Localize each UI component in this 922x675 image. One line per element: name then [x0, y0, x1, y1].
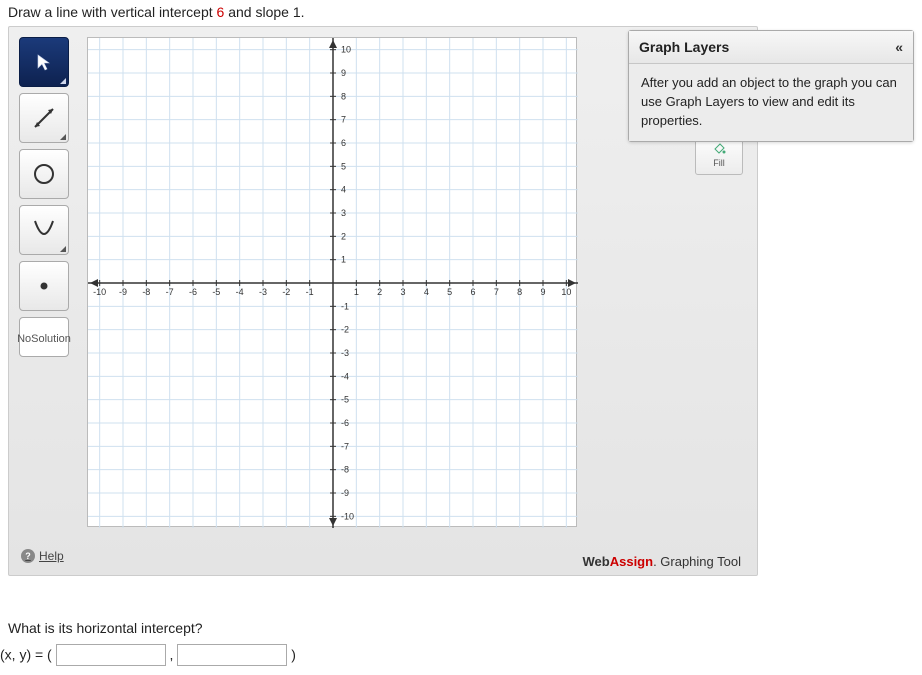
- svg-text:-2: -2: [341, 325, 349, 335]
- svg-text:9: 9: [540, 287, 545, 297]
- brand-tail: . Graphing Tool: [653, 554, 741, 569]
- cursor-icon: [35, 53, 53, 71]
- svg-text:-9: -9: [119, 287, 127, 297]
- tool-palette: No Solution: [19, 37, 73, 357]
- fill-icon: [711, 140, 727, 156]
- graph-layers-panel: Graph Layers « After you add an object t…: [628, 30, 914, 142]
- brand-assign: Assign: [610, 554, 653, 569]
- svg-text:-1: -1: [306, 287, 314, 297]
- graph-layers-title: Graph Layers: [639, 39, 729, 55]
- answer-rparen: ): [291, 647, 296, 663]
- point-tool-button[interactable]: [19, 261, 69, 311]
- graph-layers-body: After you add an object to the graph you…: [629, 64, 913, 141]
- svg-text:-6: -6: [341, 418, 349, 428]
- svg-text:-8: -8: [341, 465, 349, 475]
- svg-text:-2: -2: [282, 287, 290, 297]
- no-solution-button[interactable]: No Solution: [19, 317, 69, 357]
- svg-text:7: 7: [494, 287, 499, 297]
- svg-text:-8: -8: [142, 287, 150, 297]
- svg-text:-10: -10: [341, 511, 354, 521]
- line-tool-button[interactable]: [19, 93, 69, 143]
- prompt-post: and slope 1.: [224, 4, 304, 20]
- svg-text:2: 2: [377, 287, 382, 297]
- answer-lhs: (x, y) = (: [0, 647, 52, 663]
- svg-text:-7: -7: [341, 441, 349, 451]
- prompt-pre: Draw a line with vertical intercept: [8, 4, 217, 20]
- svg-text:1: 1: [341, 255, 346, 265]
- svg-text:8: 8: [341, 91, 346, 101]
- svg-text:3: 3: [341, 208, 346, 218]
- parabola-icon: [31, 217, 57, 243]
- collapse-icon[interactable]: «: [895, 39, 903, 55]
- brand-web: Web: [583, 554, 610, 569]
- svg-text:-7: -7: [166, 287, 174, 297]
- graph-canvas[interactable]: -10 -9 -8 -7 -6 -5 -4 -3 -2 -1 1 2 3 4 5 6 7 8 9 10 -10 -9 -8 -…: [87, 37, 577, 527]
- circle-tool-button[interactable]: [19, 149, 69, 199]
- svg-text:5: 5: [341, 161, 346, 171]
- answer-x-input[interactable]: [56, 644, 166, 666]
- svg-text:8: 8: [517, 287, 522, 297]
- svg-text:6: 6: [470, 287, 475, 297]
- svg-text:-6: -6: [189, 287, 197, 297]
- svg-text:2: 2: [341, 231, 346, 241]
- help-icon: ?: [21, 549, 35, 563]
- svg-text:-1: -1: [341, 301, 349, 311]
- grid-svg: -10 -9 -8 -7 -6 -5 -4 -3 -2 -1 1 2 3 4 5 6 7 8 9 10 -10 -9 -8 -…: [88, 38, 578, 528]
- question-prompt: Draw a line with vertical intercept 6 an…: [0, 0, 922, 24]
- circle-icon: [32, 162, 56, 186]
- no-solution-label-2: Solution: [31, 333, 71, 345]
- help-link[interactable]: ? Help: [21, 549, 64, 563]
- answer-row: (x, y) = ( , ): [0, 644, 922, 666]
- svg-text:-3: -3: [259, 287, 267, 297]
- help-label: Help: [39, 549, 64, 563]
- point-icon: [34, 276, 54, 296]
- svg-text:5: 5: [447, 287, 452, 297]
- graph-layers-header[interactable]: Graph Layers «: [629, 31, 913, 64]
- svg-text:4: 4: [341, 185, 346, 195]
- answer-y-input[interactable]: [177, 644, 287, 666]
- svg-text:-5: -5: [212, 287, 220, 297]
- svg-text:-4: -4: [236, 287, 244, 297]
- svg-text:3: 3: [400, 287, 405, 297]
- svg-text:10: 10: [341, 45, 351, 55]
- parabola-tool-button[interactable]: [19, 205, 69, 255]
- svg-text:4: 4: [424, 287, 429, 297]
- line-icon: [31, 105, 57, 131]
- no-solution-label-1: No: [17, 333, 31, 345]
- svg-text:6: 6: [341, 138, 346, 148]
- svg-text:-5: -5: [341, 395, 349, 405]
- svg-text:10: 10: [561, 287, 571, 297]
- svg-text:-9: -9: [341, 488, 349, 498]
- svg-text:9: 9: [341, 68, 346, 78]
- pointer-tool-button[interactable]: [19, 37, 69, 87]
- horizontal-intercept-question: What is its horizontal intercept?: [0, 616, 922, 640]
- svg-text:-3: -3: [341, 348, 349, 358]
- svg-text:1: 1: [354, 287, 359, 297]
- svg-text:-4: -4: [341, 371, 349, 381]
- answer-comma: ,: [170, 647, 178, 663]
- footer-brand: WebAssign. Graphing Tool: [583, 554, 742, 569]
- fill-label: Fill: [713, 158, 725, 168]
- svg-text:7: 7: [341, 115, 346, 125]
- svg-text:-10: -10: [93, 287, 106, 297]
